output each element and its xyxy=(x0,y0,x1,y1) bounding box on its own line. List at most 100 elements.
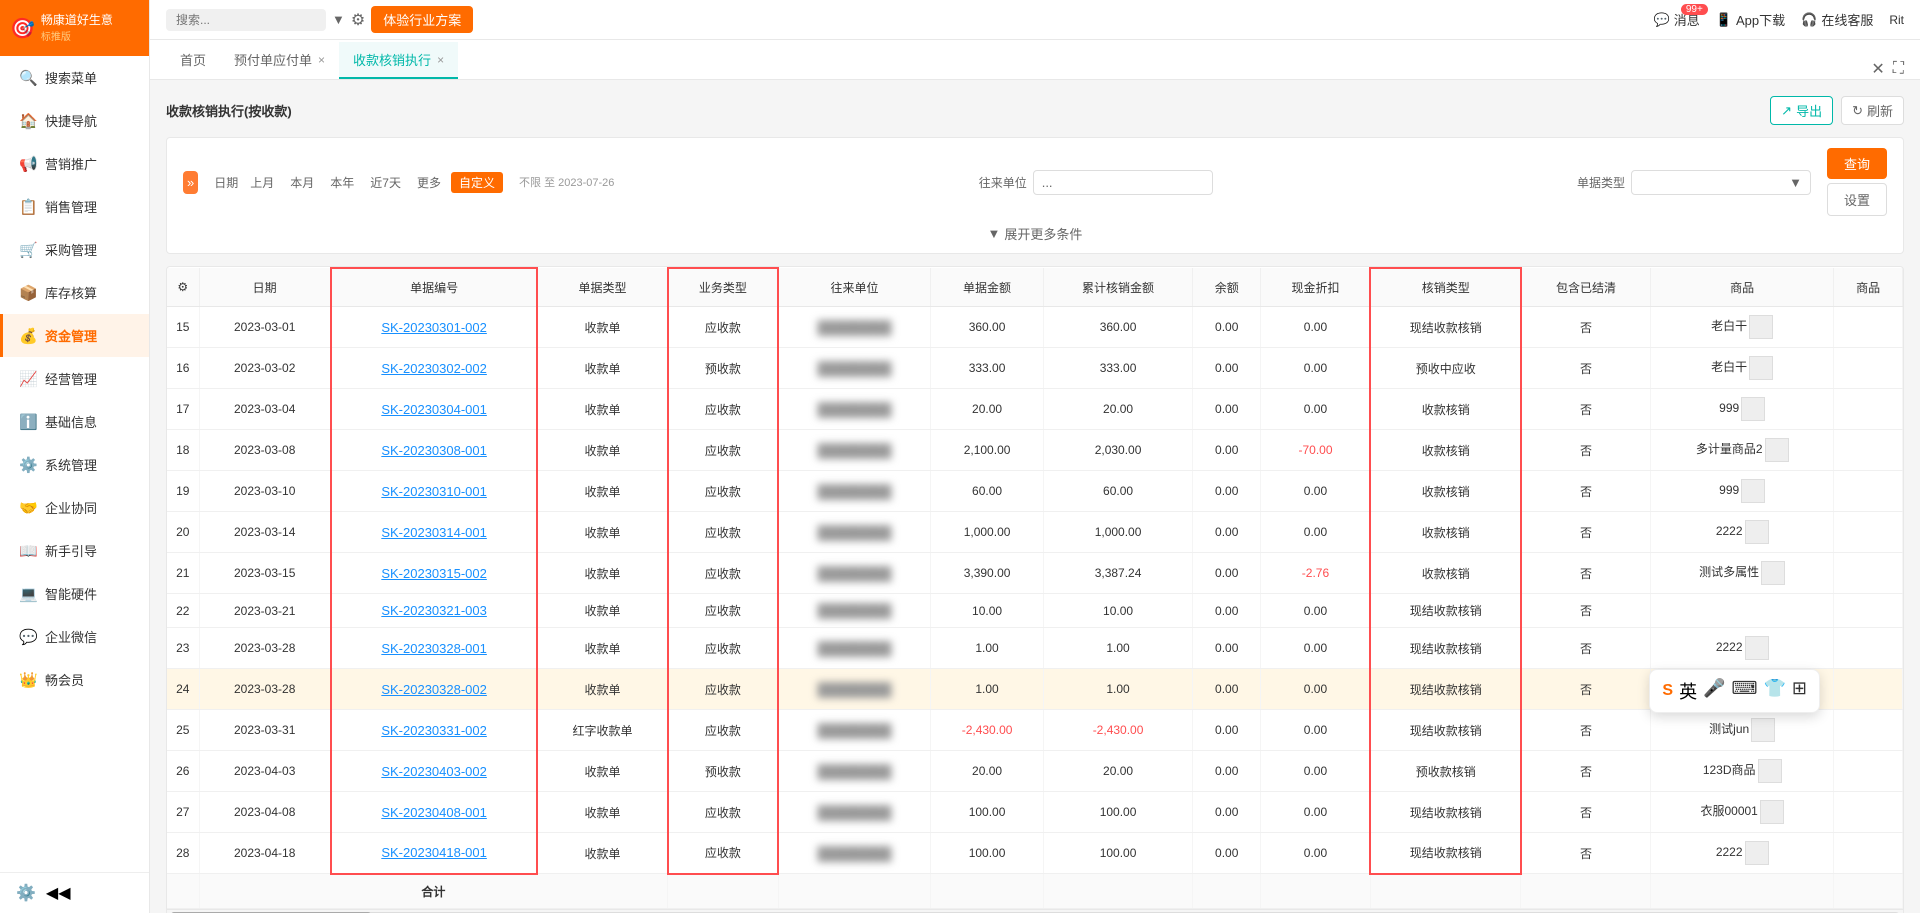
this-month-btn[interactable]: 本月 xyxy=(284,172,320,193)
topbar-gear-button[interactable]: ⚙ xyxy=(351,10,365,30)
online-service-button[interactable]: 🎧 在线客服 xyxy=(1801,10,1873,29)
export-button[interactable]: ↗ 导出 xyxy=(1770,96,1833,125)
messages-button[interactable]: 💬 消息 99+ xyxy=(1654,10,1700,29)
last-7days-btn[interactable]: 近7天 xyxy=(364,172,407,193)
this-year-btn[interactable]: 本年 xyxy=(324,172,360,193)
table-scrollbar[interactable] xyxy=(167,909,1903,913)
tab-prepayment[interactable]: 预付单应付单 × xyxy=(220,42,339,79)
tab-prepayment-close[interactable]: × xyxy=(318,53,325,67)
more-date-btn[interactable]: 更多 xyxy=(411,172,447,193)
cell-docno[interactable]: SK-20230403-002 xyxy=(331,751,537,792)
cell-balance: 0.00 xyxy=(1192,710,1261,751)
cell-docno[interactable]: SK-20230308-001 xyxy=(331,430,537,471)
messages-badge: 99+ xyxy=(1681,4,1708,15)
cell-verified: 100.00 xyxy=(1044,792,1193,833)
sidebar: 🎯 畅康道好生意 标推版 🔍 搜索菜单 🏠 快捷导航 📢 营销推广 📋 销售管理… xyxy=(0,0,150,913)
doc-link[interactable]: SK-20230328-001 xyxy=(381,641,487,656)
cell-counterpart: ████████ xyxy=(778,389,930,430)
cell-docno[interactable]: SK-20230321-003 xyxy=(331,594,537,628)
doctype-select[interactable]: ▼ xyxy=(1631,170,1811,195)
table-row: 19 2023-03-10 SK-20230310-001 收款单 应收款 ██… xyxy=(167,471,1903,512)
doc-link[interactable]: SK-20230403-002 xyxy=(381,764,487,779)
cell-doctype: 收款单 xyxy=(537,430,667,471)
cell-counterpart: ████████ xyxy=(778,594,930,628)
doc-link[interactable]: SK-20230314-001 xyxy=(381,525,487,540)
filter-toggle-btn[interactable]: » xyxy=(183,171,198,194)
doc-link[interactable]: SK-20230304-001 xyxy=(381,402,487,417)
sidebar-item-0[interactable]: 🔍 搜索菜单 xyxy=(0,56,149,99)
cell-docno[interactable]: SK-20230314-001 xyxy=(331,512,537,553)
sidebar-item-8[interactable]: ℹ️ 基础信息 xyxy=(0,400,149,443)
cell-docno[interactable]: SK-20230418-001 xyxy=(331,833,537,874)
sidebar-item-5[interactable]: 📦 库存核算 xyxy=(0,271,149,314)
product-thumbnail xyxy=(1745,636,1769,660)
tab-verification[interactable]: 收款核销执行 × xyxy=(339,42,458,79)
cell-product1: 测试多属性 xyxy=(1651,553,1834,594)
col-gear[interactable]: ⚙ xyxy=(167,268,199,307)
app-download-button[interactable]: 📱 App下载 xyxy=(1716,10,1785,29)
refresh-button[interactable]: ↻ 刷新 xyxy=(1841,96,1904,125)
sidebar-item-14[interactable]: 👑 畅会员 xyxy=(0,658,149,701)
solution-button[interactable]: 体验行业方案 xyxy=(371,6,473,33)
doc-link[interactable]: SK-20230331-002 xyxy=(381,723,487,738)
cell-product2 xyxy=(1834,471,1903,512)
cell-docno[interactable]: SK-20230328-001 xyxy=(331,628,537,669)
doc-link[interactable]: SK-20230308-001 xyxy=(381,443,487,458)
sidebar-item-7[interactable]: 📈 经营管理 xyxy=(0,357,149,400)
watermark-icon-3: ⌨ xyxy=(1732,678,1758,704)
query-button[interactable]: 查询 xyxy=(1827,148,1887,179)
tab-verification-close[interactable]: × xyxy=(437,53,444,67)
search-input[interactable] xyxy=(166,9,326,31)
doc-link[interactable]: SK-20230321-003 xyxy=(381,603,487,618)
tab-close-all-button[interactable]: ✕ xyxy=(1871,59,1884,79)
last-month-btn[interactable]: 上月 xyxy=(244,172,280,193)
sidebar-item-11[interactable]: 📖 新手引导 xyxy=(0,529,149,572)
sidebar-item-1[interactable]: 🏠 快捷导航 xyxy=(0,99,149,142)
cell-docno[interactable]: SK-20230310-001 xyxy=(331,471,537,512)
settings-icon[interactable]: ⚙️ xyxy=(16,883,36,903)
doc-link[interactable]: SK-20230408-001 xyxy=(381,805,487,820)
sidebar-item-3[interactable]: 📋 销售管理 xyxy=(0,185,149,228)
cell-docno[interactable]: SK-20230315-002 xyxy=(331,553,537,594)
watermark-icons: 英 🎤 ⌨ 👕 ⊞ xyxy=(1679,678,1807,704)
cell-verifytype: 预收款核销 xyxy=(1370,751,1520,792)
cell-docno[interactable]: SK-20230304-001 xyxy=(331,389,537,430)
sidebar-item-2[interactable]: 📢 营销推广 xyxy=(0,142,149,185)
cell-no: 15 xyxy=(167,307,199,348)
doc-link[interactable]: SK-20230302-002 xyxy=(381,361,487,376)
doc-link[interactable]: SK-20230418-001 xyxy=(381,845,487,860)
tab-home-label: 首页 xyxy=(180,50,206,69)
sidebar-item-6[interactable]: 💰 资金管理 xyxy=(0,314,149,357)
cell-docno[interactable]: SK-20230408-001 xyxy=(331,792,537,833)
doc-link[interactable]: SK-20230301-002 xyxy=(381,320,487,335)
tab-home[interactable]: 首页 xyxy=(166,42,220,79)
doc-link[interactable]: SK-20230328-002 xyxy=(381,682,487,697)
setting-button[interactable]: 设置 xyxy=(1827,183,1887,216)
sidebar-item-9[interactable]: ⚙️ 系统管理 xyxy=(0,443,149,486)
col-docno-header: 单据编号 xyxy=(331,268,537,307)
doc-link[interactable]: SK-20230310-001 xyxy=(381,484,487,499)
counterpart-select[interactable]: ... xyxy=(1033,170,1213,195)
cell-docno[interactable]: SK-20230331-002 xyxy=(331,710,537,751)
cell-included: 否 xyxy=(1521,669,1651,710)
sidebar-item-4[interactable]: 🛒 采购管理 xyxy=(0,228,149,271)
sidebar-item-10[interactable]: 🤝 企业协同 xyxy=(0,486,149,529)
doc-link[interactable]: SK-20230315-002 xyxy=(381,566,487,581)
cell-docno[interactable]: SK-20230328-002 xyxy=(331,669,537,710)
expand-conditions-btn[interactable]: ▼ 展开更多条件 xyxy=(988,224,1083,243)
custom-date-btn[interactable]: 自定义 xyxy=(451,172,503,193)
sidebar-item-12[interactable]: 💻 智能硬件 xyxy=(0,572,149,615)
cell-amount: 1,000.00 xyxy=(930,512,1043,553)
dropdown-button[interactable]: ▼ xyxy=(332,12,345,27)
sidebar-item-13[interactable]: 💬 企业微信 xyxy=(0,615,149,658)
cell-docno[interactable]: SK-20230302-002 xyxy=(331,348,537,389)
collapse-icon[interactable]: ◀◀ xyxy=(46,883,71,903)
footer-balance xyxy=(1192,874,1261,909)
tab-expand-button[interactable]: ⛶ xyxy=(1893,60,1904,78)
sidebar-logo: 🎯 畅康道好生意 标推版 xyxy=(0,0,149,56)
table-row: 25 2023-03-31 SK-20230331-002 红字收款单 应收款 … xyxy=(167,710,1903,751)
cell-counterpart: ████████ xyxy=(778,512,930,553)
cell-verifytype: 现结收款核销 xyxy=(1370,594,1520,628)
col-date-header: 日期 xyxy=(199,268,331,307)
cell-docno[interactable]: SK-20230301-002 xyxy=(331,307,537,348)
